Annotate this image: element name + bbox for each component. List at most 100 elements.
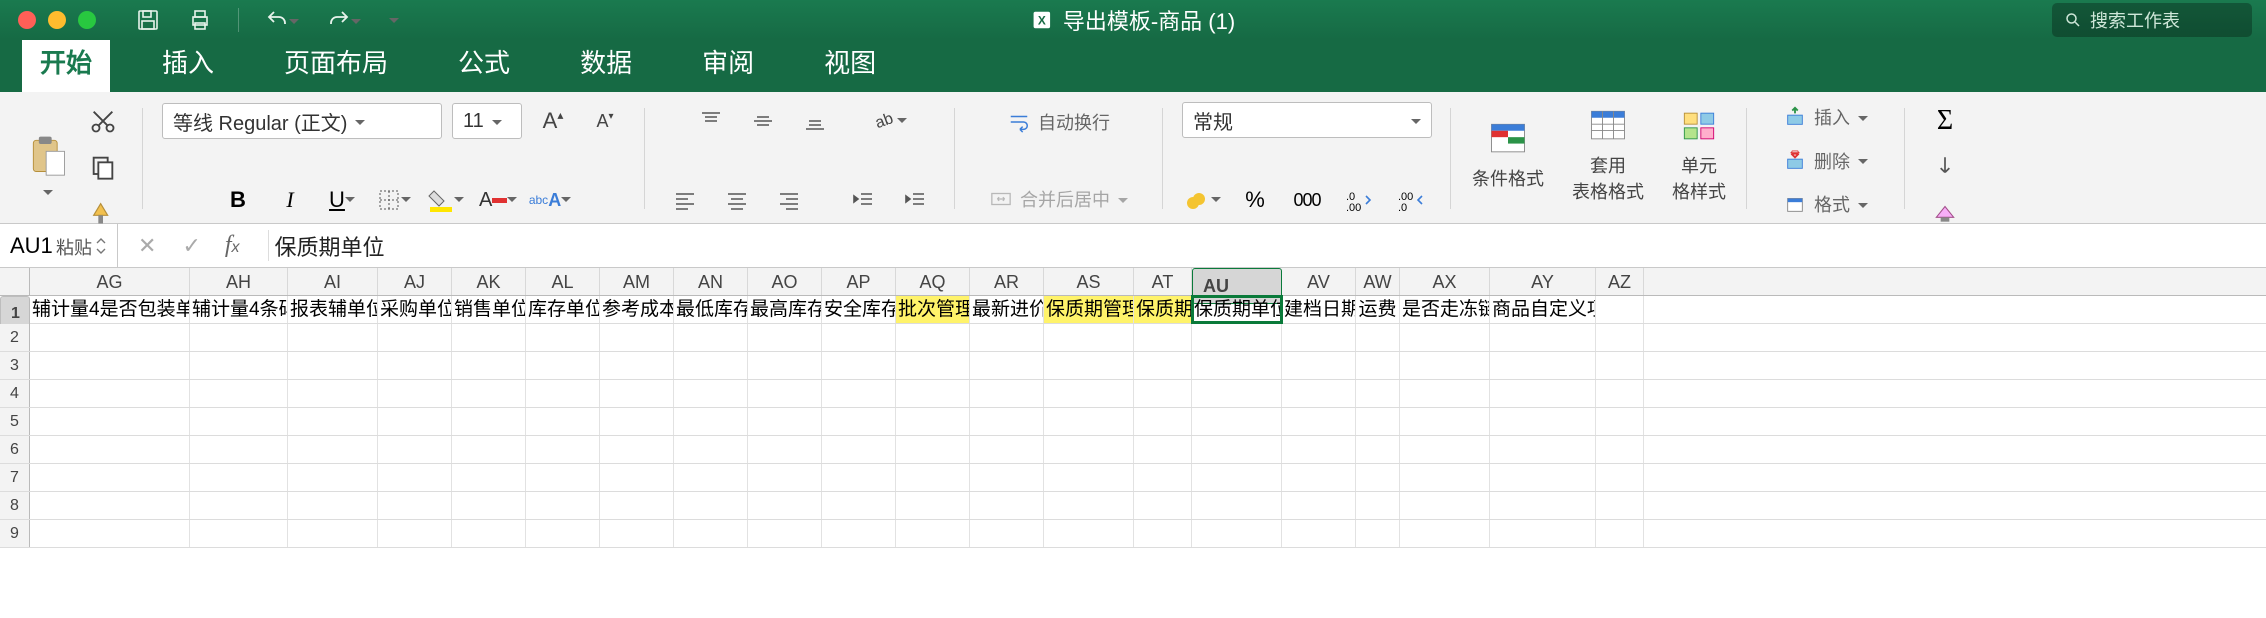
cell-AJ6[interactable] (378, 436, 452, 463)
decrease-indent-icon[interactable] (842, 181, 884, 219)
tab-公式[interactable]: 公式 (440, 33, 528, 92)
cell-AG7[interactable] (30, 464, 190, 491)
tab-视图[interactable]: 视图 (806, 33, 894, 92)
cell-AJ8[interactable] (378, 492, 452, 519)
italic-icon[interactable]: I (269, 181, 311, 219)
cell-AZ2[interactable] (1596, 324, 1644, 351)
insert-cells-button[interactable]: 插入 (1782, 102, 1870, 132)
row-header-7[interactable]: 7 (0, 464, 30, 491)
font-name-select[interactable]: 等线 Regular (正文) (162, 103, 442, 139)
cell-AG3[interactable] (30, 352, 190, 379)
enter-formula-icon[interactable]: ✓ (180, 231, 202, 261)
cell-AI5[interactable] (288, 408, 378, 435)
cell-AT9[interactable] (1134, 520, 1192, 547)
column-header-AW[interactable]: AW (1356, 268, 1400, 295)
cell-AP8[interactable] (822, 492, 896, 519)
cell-AS7[interactable] (1044, 464, 1134, 491)
align-top-icon[interactable] (690, 102, 732, 140)
cell-AN3[interactable] (674, 352, 748, 379)
cell-AO2[interactable] (748, 324, 822, 351)
cell-AM9[interactable] (600, 520, 674, 547)
cell-AK5[interactable] (452, 408, 526, 435)
column-header-AS[interactable]: AS (1044, 268, 1134, 295)
cell-AT3[interactable] (1134, 352, 1192, 379)
cell-AG9[interactable] (30, 520, 190, 547)
cell-AQ1[interactable]: 批次管理 (896, 296, 970, 323)
cell-AH9[interactable] (190, 520, 288, 547)
decrease-decimal-icon[interactable]: .00.0 (1390, 181, 1432, 219)
cell-AQ2[interactable] (896, 324, 970, 351)
cell-AI7[interactable] (288, 464, 378, 491)
cell-AS8[interactable] (1044, 492, 1134, 519)
cell-AI2[interactable] (288, 324, 378, 351)
wrap-text-button[interactable]: 自动换行 (1006, 102, 1112, 142)
cell-AV2[interactable] (1282, 324, 1356, 351)
cell-AH8[interactable] (190, 492, 288, 519)
row-header-2[interactable]: 2 (0, 324, 30, 351)
cell-AV3[interactable] (1282, 352, 1356, 379)
cell-AU8[interactable] (1192, 492, 1282, 519)
cell-AN9[interactable] (674, 520, 748, 547)
cell-AR2[interactable] (970, 324, 1044, 351)
cell-AN4[interactable] (674, 380, 748, 407)
close-window-button[interactable] (18, 11, 36, 29)
name-box-stepper-icon[interactable] (95, 236, 107, 256)
search-sheet-box[interactable]: 搜索工作表 (2052, 3, 2252, 37)
cell-AZ9[interactable] (1596, 520, 1644, 547)
cell-AO9[interactable] (748, 520, 822, 547)
cell-AX8[interactable] (1400, 492, 1490, 519)
column-header-AO[interactable]: AO (748, 268, 822, 295)
format-cells-button[interactable]: 格式 (1782, 189, 1870, 219)
cell-AU3[interactable] (1192, 352, 1282, 379)
merge-center-button[interactable]: 合并后居中 (988, 179, 1130, 219)
cell-AT2[interactable] (1134, 324, 1192, 351)
align-bottom-icon[interactable] (794, 102, 836, 140)
font-size-select[interactable]: 11 (452, 103, 522, 139)
cell-AO3[interactable] (748, 352, 822, 379)
column-header-AN[interactable]: AN (674, 268, 748, 295)
cell-AS1[interactable]: 保质期管理 (1044, 296, 1134, 323)
formula-input[interactable]: 保质期单位 (269, 230, 2266, 262)
cell-AU6[interactable] (1192, 436, 1282, 463)
cell-AQ3[interactable] (896, 352, 970, 379)
cell-AT7[interactable] (1134, 464, 1192, 491)
font-color-icon[interactable]: A (477, 181, 519, 219)
cell-AI6[interactable] (288, 436, 378, 463)
cell-AX4[interactable] (1400, 380, 1490, 407)
column-header-AI[interactable]: AI (288, 268, 378, 295)
cell-AJ5[interactable] (378, 408, 452, 435)
number-format-select[interactable]: 常规 (1182, 102, 1432, 138)
cell-AH3[interactable] (190, 352, 288, 379)
cell-AT6[interactable] (1134, 436, 1192, 463)
cell-AR6[interactable] (970, 436, 1044, 463)
bold-icon[interactable]: B (217, 181, 259, 219)
cell-AL6[interactable] (526, 436, 600, 463)
cell-AN7[interactable] (674, 464, 748, 491)
cell-AL1[interactable]: 库存单位 (526, 296, 600, 323)
cell-AJ4[interactable] (378, 380, 452, 407)
cell-AI1[interactable]: 报表辅单位 (288, 296, 378, 323)
cell-AK1[interactable]: 销售单位 (452, 296, 526, 323)
cell-AJ2[interactable] (378, 324, 452, 351)
cell-AX6[interactable] (1400, 436, 1490, 463)
cell-AU2[interactable] (1192, 324, 1282, 351)
cell-AU9[interactable] (1192, 520, 1282, 547)
cell-AY4[interactable] (1490, 380, 1596, 407)
cell-AW6[interactable] (1356, 436, 1400, 463)
cell-AQ6[interactable] (896, 436, 970, 463)
cell-AM4[interactable] (600, 380, 674, 407)
cell-AY7[interactable] (1490, 464, 1596, 491)
cell-AQ9[interactable] (896, 520, 970, 547)
tab-开始[interactable]: 开始 (22, 33, 110, 92)
cell-AV4[interactable] (1282, 380, 1356, 407)
cell-AT1[interactable]: 保质期 (1134, 296, 1192, 323)
cell-AO8[interactable] (748, 492, 822, 519)
cell-AM3[interactable] (600, 352, 674, 379)
cell-AS3[interactable] (1044, 352, 1134, 379)
cell-AN1[interactable]: 最低库存 (674, 296, 748, 323)
column-header-AG[interactable]: AG (30, 268, 190, 295)
cell-AV6[interactable] (1282, 436, 1356, 463)
cell-AW3[interactable] (1356, 352, 1400, 379)
cell-AK2[interactable] (452, 324, 526, 351)
cell-AV8[interactable] (1282, 492, 1356, 519)
